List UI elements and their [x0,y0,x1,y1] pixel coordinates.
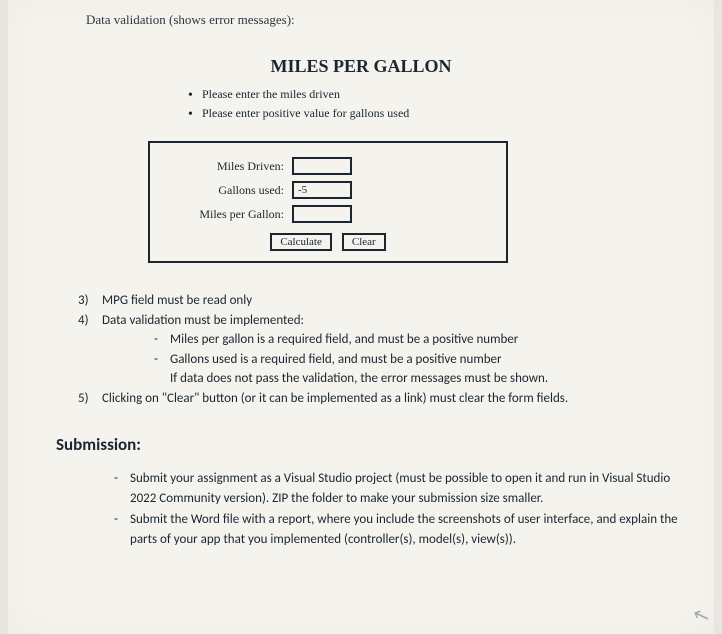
submission-text: Submit your assignment as a Visual Studi… [130,469,684,508]
miles-row: Miles Driven: [162,157,494,175]
req-num: 3) [78,291,102,311]
submission-list: - Submit your assignment as a Visual Stu… [102,469,684,549]
sub-text: Gallons used is a required field, and mu… [170,350,502,370]
sub-text: Miles per gallon is a required field, an… [170,330,518,350]
dash-icon: - [102,510,130,549]
req-text: Data validation must be implemented: [102,311,684,331]
sub-item: - Gallons used is a required field, and … [142,350,684,370]
miles-input[interactable] [292,157,352,175]
req-4-sublist: - Miles per gallon is a required field, … [142,330,684,389]
program-title: MILES PER GALLON [38,56,684,77]
req-text: MPG field must be read only [102,291,684,311]
requirements-list: 3) MPG field must be read only 4) Data v… [78,291,684,408]
sub-item: If data does not pass the validation, th… [142,369,684,389]
error-item: Please enter the miles driven [188,85,684,104]
dash-icon [142,369,170,389]
req-item-5: 5) Clicking on "Clear" button (or it can… [78,389,684,409]
mpg-form: Miles Driven: Gallons used: Miles per Ga… [148,141,508,263]
sub-item: - Miles per gallon is a required field, … [142,330,684,350]
submission-text: Submit the Word file with a report, wher… [130,510,684,549]
gallons-row: Gallons used: [162,181,494,199]
dash-icon: - [142,330,170,350]
req-text: Clicking on "Clear" button (or it can be… [102,389,684,409]
submission-heading: Submission: [56,434,684,455]
req-num: 5) [78,389,102,409]
error-item: Please enter positive value for gallons … [188,104,684,123]
gallons-input[interactable] [292,181,352,199]
req-num: 4) [78,311,102,331]
dash-icon: - [142,350,170,370]
sub-text: If data does not pass the validation, th… [170,369,548,389]
calculate-button[interactable]: Calculate [270,233,332,251]
req-item-4: 4) Data validation must be implemented: [78,311,684,331]
top-caption: Data validation (shows error messages): [86,12,684,28]
clear-button[interactable]: Clear [342,233,386,251]
submission-item: - Submit your assignment as a Visual Stu… [102,469,684,508]
mpg-input [292,205,352,223]
document-page: Data validation (shows error messages): … [8,0,714,634]
dash-icon: - [102,469,130,508]
mpg-row: Miles per Gallon: [162,205,494,223]
mpg-label: Miles per Gallon: [162,207,292,222]
submission-item: - Submit the Word file with a report, wh… [102,510,684,549]
gallons-label: Gallons used: [162,183,292,198]
button-row: Calculate Clear [162,233,494,251]
error-list: Please enter the miles driven Please ent… [188,85,684,123]
req-item-3: 3) MPG field must be read only [78,291,684,311]
miles-label: Miles Driven: [162,159,292,174]
